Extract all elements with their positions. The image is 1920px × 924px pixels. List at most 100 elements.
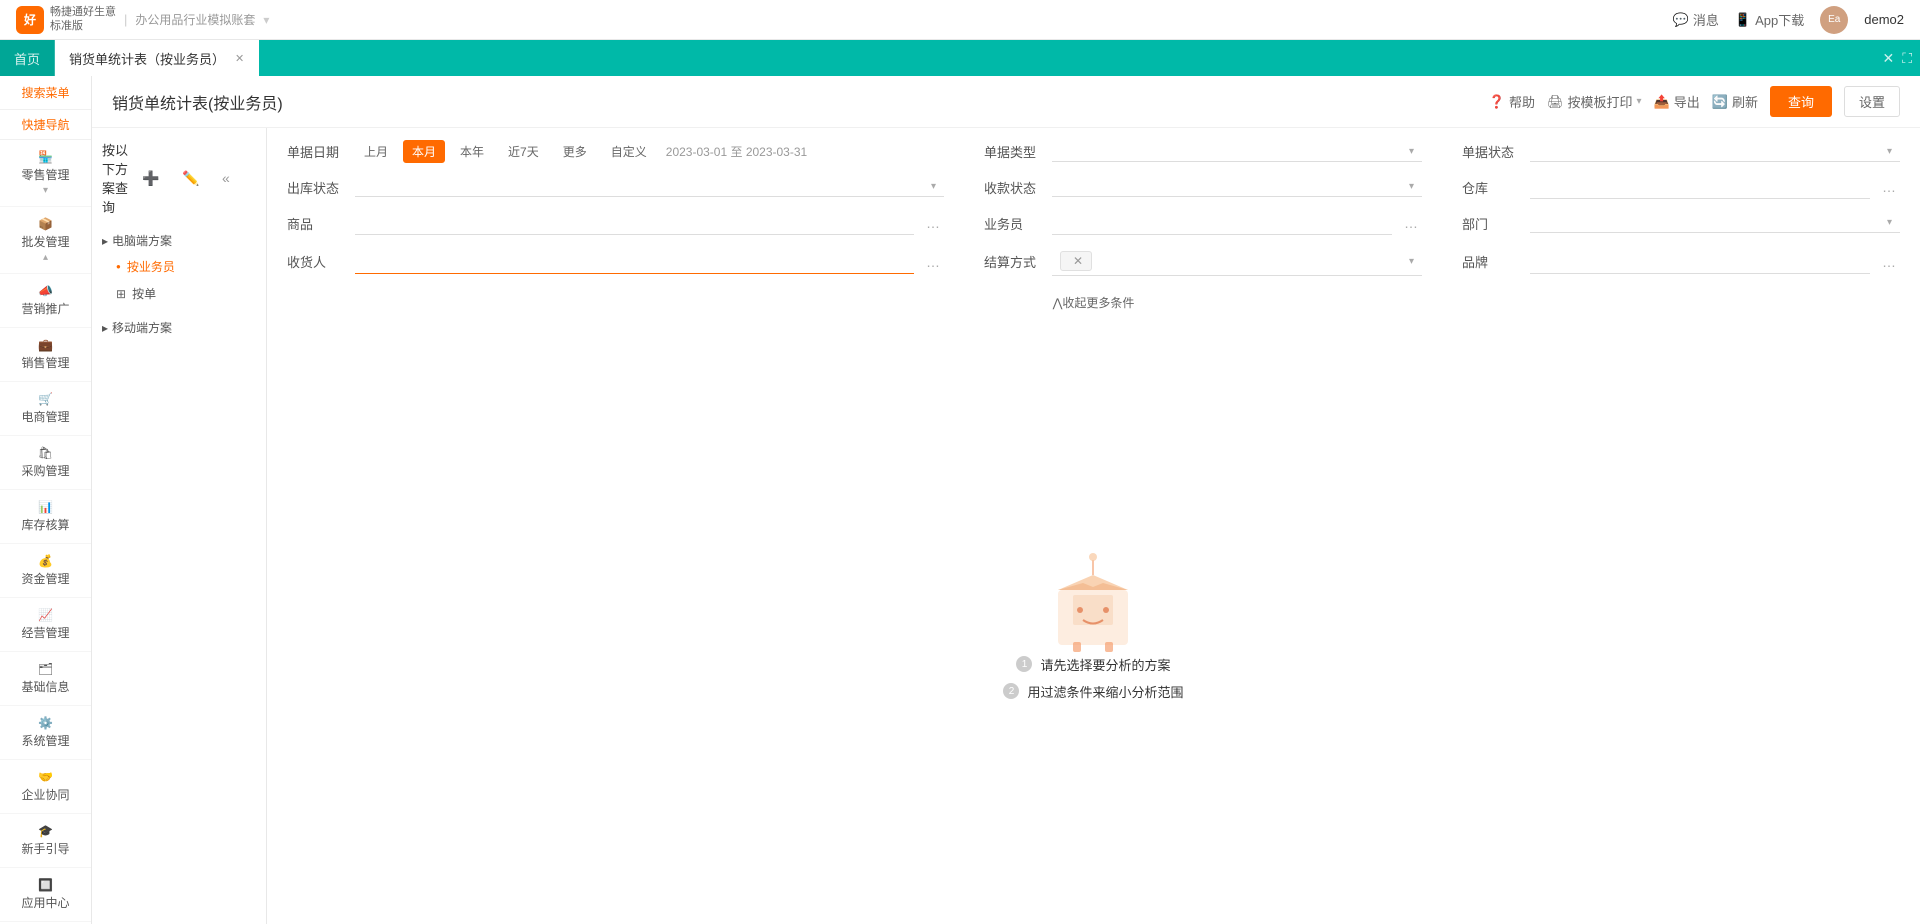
sidebar-item-wholesale[interactable]: 📦 批发管理 ▴ xyxy=(0,207,91,274)
scheme-collapse-icon[interactable]: « xyxy=(222,170,256,186)
date-tag-this-month[interactable]: 本月 xyxy=(403,140,445,163)
order-type-select[interactable]: ▾ xyxy=(1052,142,1422,162)
content-panel: 销货单统计表(按业务员) ❓ 帮助 🖨 按模板打印 ▾ 📤 导出 xyxy=(92,76,1920,924)
scheme-group-mobile-title[interactable]: ▸ 移动端方案 xyxy=(92,315,266,340)
app-download-button[interactable]: 📱 App下载 xyxy=(1735,10,1804,29)
ship-select[interactable]: ▾ xyxy=(355,177,944,197)
tab-close-icon[interactable]: ✕ xyxy=(235,52,244,65)
date-tag-last-month[interactable]: 上月 xyxy=(355,140,397,163)
filter-brand-field: 品牌 … xyxy=(1462,250,1900,274)
sidebar-item-inventory[interactable]: 📊 库存核算 xyxy=(0,490,91,544)
scheme-grid-icon: ⊞ xyxy=(116,287,126,301)
tab-close-all-icon[interactable]: ✕ xyxy=(1882,50,1894,67)
retail-icon: 🏪 xyxy=(38,150,53,164)
scheme-edit-icon[interactable]: ✏️ xyxy=(182,170,216,187)
receiver-input[interactable] xyxy=(355,250,914,274)
brand-input[interactable] xyxy=(1530,250,1870,274)
settle-tag: ✕ xyxy=(1060,251,1092,271)
settle-arrow: ▾ xyxy=(1409,256,1414,267)
scheme-item-by-salesman[interactable]: ● 按业务员 xyxy=(92,253,266,280)
marketing-icon: 📣 xyxy=(38,284,53,298)
purchase-icon: 🛍 xyxy=(38,446,53,460)
goods-input[interactable] xyxy=(355,211,914,235)
sidebar-item-marketing[interactable]: 📣 营销推广 xyxy=(0,274,91,328)
top-bar: 好 畅捷通好生意 标准版 | 办公用品行业模拟账套 ▾ 💬 消息 📱 App下载… xyxy=(0,0,1920,40)
ecom-icon: 🛒 xyxy=(38,392,53,406)
sidebar-item-ecom[interactable]: 🛒 电商管理 xyxy=(0,382,91,436)
sidebar-item-purchase[interactable]: 🛍 采购管理 xyxy=(0,436,91,490)
dept-arrow: ▾ xyxy=(1887,217,1892,228)
sidebar-item-apps[interactable]: 🔲 应用中心 xyxy=(0,868,91,922)
sidebar-item-company[interactable]: 🤝 企业协同 xyxy=(0,760,91,814)
inventory-icon: 📊 xyxy=(38,500,53,514)
logo[interactable]: 好 畅捷通好生意 标准版 xyxy=(16,6,116,34)
settle-tag-close[interactable]: ✕ xyxy=(1073,254,1083,268)
sidebar-item-sales[interactable]: 💼 销售管理 xyxy=(0,328,91,382)
date-tag-custom[interactable]: 自定义 xyxy=(602,140,656,163)
tab-expand-icon[interactable]: ⛶ xyxy=(1902,50,1912,67)
export-button[interactable]: 📤 导出 xyxy=(1654,92,1700,111)
refresh-button[interactable]: 🔄 刷新 xyxy=(1712,92,1758,111)
date-range-text: 2023-03-01 至 2023-03-31 xyxy=(666,143,807,160)
print-arrow: ▾ xyxy=(1637,96,1642,107)
warehouse-input[interactable] xyxy=(1530,175,1870,199)
help-button[interactable]: ❓ 帮助 xyxy=(1489,92,1535,111)
date-filter: 上月 本月 本年 近7天 更多 自定义 2023-03-01 至 2023-03… xyxy=(355,140,944,163)
empty-state: 1 请先选择要分析的方案 2 用过滤条件来缩小分析范围 xyxy=(963,505,1223,749)
print-button[interactable]: 🖨 按模板打印 ▾ xyxy=(1547,92,1642,111)
user-name[interactable]: demo2 xyxy=(1864,12,1904,27)
collect-select[interactable]: ▾ xyxy=(1052,177,1422,197)
sidebar-item-finance[interactable]: 💰 资金管理 xyxy=(0,544,91,598)
collapse-button[interactable]: ⋀ 收起更多条件 xyxy=(287,288,1900,317)
brand-dots[interactable]: … xyxy=(1878,254,1900,270)
settle-select[interactable]: ✕ ▾ xyxy=(1052,247,1422,276)
sidebar-item-ops[interactable]: 📈 经营管理 xyxy=(0,598,91,652)
avatar: Ea xyxy=(1820,6,1848,34)
finance-icon: 💰 xyxy=(38,554,53,568)
sidebar: 搜索菜单 快捷导航 🏪 零售管理 ▾ 📦 批发管理 ▴ 📣 营销推广 💼 销售管… xyxy=(0,76,92,924)
collect-arrow: ▾ xyxy=(1409,181,1414,192)
filter-goods-field: 商品 … xyxy=(287,211,944,235)
warehouse-label: 仓库 xyxy=(1462,178,1522,197)
sidebar-item-newbie[interactable]: 🎓 新手引导 xyxy=(0,814,91,868)
desktop-arrow: ▸ xyxy=(102,234,108,248)
salesman-dots[interactable]: … xyxy=(1400,215,1422,231)
sidebar-item-system[interactable]: ⚙️ 系统管理 xyxy=(0,706,91,760)
scheme-group-desktop-title[interactable]: ▸ 电脑端方案 xyxy=(92,228,266,253)
warehouse-dots[interactable]: … xyxy=(1878,179,1900,195)
dept-select[interactable]: ▾ xyxy=(1530,213,1900,233)
goods-dots[interactable]: … xyxy=(922,215,944,231)
order-status-select[interactable]: ▾ xyxy=(1530,142,1900,162)
scheme-item-by-order[interactable]: ⊞ 按单 xyxy=(92,280,266,307)
salesman-input[interactable] xyxy=(1052,211,1392,235)
query-button[interactable]: 查询 xyxy=(1770,86,1832,117)
sales-icon: 💼 xyxy=(38,338,53,352)
collapse-arrow: ⋀ xyxy=(1053,296,1063,310)
date-tag-this-year[interactable]: 本年 xyxy=(451,140,493,163)
tab-home[interactable]: 首页 xyxy=(0,40,55,76)
print-icon: 🖨 xyxy=(1547,94,1564,110)
empty-illustration xyxy=(1028,545,1158,655)
order-type-arrow: ▾ xyxy=(1409,146,1414,157)
message-icon: 💬 xyxy=(1673,12,1689,28)
scheme-add-icon[interactable]: ➕ xyxy=(142,170,176,187)
tab-sales-stat[interactable]: 销货单统计表（按业务员） ✕ xyxy=(55,40,259,76)
filter-section: 单据日期 上月 本月 本年 近7天 更多 自定义 2023-03-01 至 20… xyxy=(267,128,1920,329)
two-panel: 按以下方案查询 ➕ ✏️ « ▸ 电脑端方案 ● 按业务员 xyxy=(92,128,1920,924)
message-button[interactable]: 💬 消息 xyxy=(1673,10,1719,29)
date-tag-more[interactable]: 更多 xyxy=(554,140,596,163)
receiver-dots[interactable]: … xyxy=(922,254,944,270)
logo-text: 畅捷通好生意 标准版 xyxy=(50,6,116,32)
setting-button[interactable]: 设置 xyxy=(1844,86,1900,117)
top-bar-left: 好 畅捷通好生意 标准版 | 办公用品行业模拟账套 ▾ xyxy=(16,6,269,34)
breadcrumb: 办公用品行业模拟账套 xyxy=(135,11,255,28)
sidebar-item-basic[interactable]: 🗂 基础信息 xyxy=(0,652,91,706)
retail-arrow: ▾ xyxy=(43,185,48,196)
filter-row-2: 出库状态 ▾ 收款状态 ▾ xyxy=(287,175,1900,199)
step-num-1: 1 xyxy=(1016,656,1032,672)
date-tag-7days[interactable]: 近7天 xyxy=(499,140,548,163)
sidebar-search[interactable]: 搜索菜单 xyxy=(0,76,91,110)
right-panel: 单据日期 上月 本月 本年 近7天 更多 自定义 2023-03-01 至 20… xyxy=(267,128,1920,924)
sidebar-item-retail[interactable]: 🏪 零售管理 ▾ xyxy=(0,140,91,207)
sidebar-quick-nav[interactable]: 快捷导航 xyxy=(0,110,91,140)
